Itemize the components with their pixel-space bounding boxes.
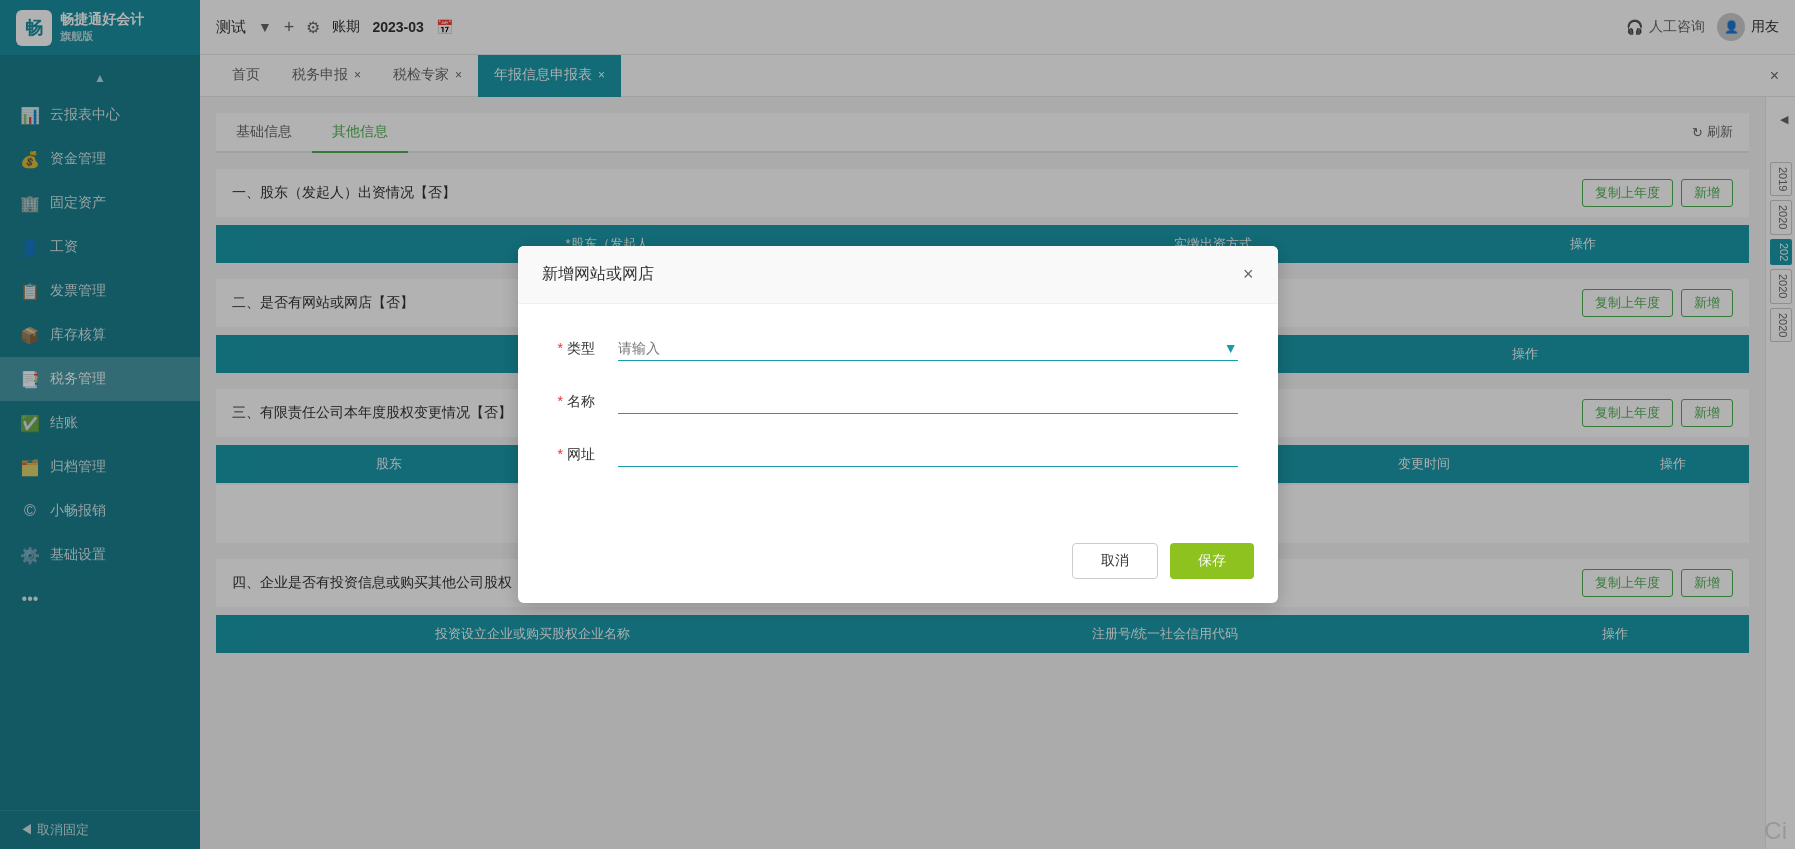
name-input[interactable]	[618, 393, 1238, 409]
url-input-wrap	[618, 442, 1238, 467]
url-input[interactable]	[618, 446, 1238, 462]
type-required-mark: *	[558, 340, 563, 356]
type-input[interactable]	[618, 340, 1216, 356]
modal-overlay: 新增网站或网店 × * 类型 ▼ * 名称	[0, 0, 1795, 849]
type-field-row: * 类型 ▼	[558, 336, 1238, 361]
url-required-mark: *	[558, 446, 563, 462]
type-label: * 类型	[558, 340, 618, 358]
modal-header: 新增网站或网店 ×	[518, 246, 1278, 304]
name-field-row: * 名称	[558, 389, 1238, 414]
modal-body: * 类型 ▼ * 名称	[518, 304, 1278, 527]
url-field-row: * 网址	[558, 442, 1238, 467]
name-required-mark: *	[558, 393, 563, 409]
name-input-wrap	[618, 389, 1238, 414]
cancel-button[interactable]: 取消	[1072, 543, 1158, 579]
name-label: * 名称	[558, 393, 618, 411]
add-website-modal: 新增网站或网店 × * 类型 ▼ * 名称	[518, 246, 1278, 603]
modal-title: 新增网站或网店	[542, 264, 654, 285]
modal-close-btn[interactable]: ×	[1243, 264, 1254, 285]
type-dropdown-arrow-icon[interactable]: ▼	[1224, 340, 1238, 356]
url-label: * 网址	[558, 446, 618, 464]
type-input-wrap: ▼	[618, 336, 1238, 361]
save-button[interactable]: 保存	[1170, 543, 1254, 579]
modal-footer: 取消 保存	[518, 527, 1278, 603]
